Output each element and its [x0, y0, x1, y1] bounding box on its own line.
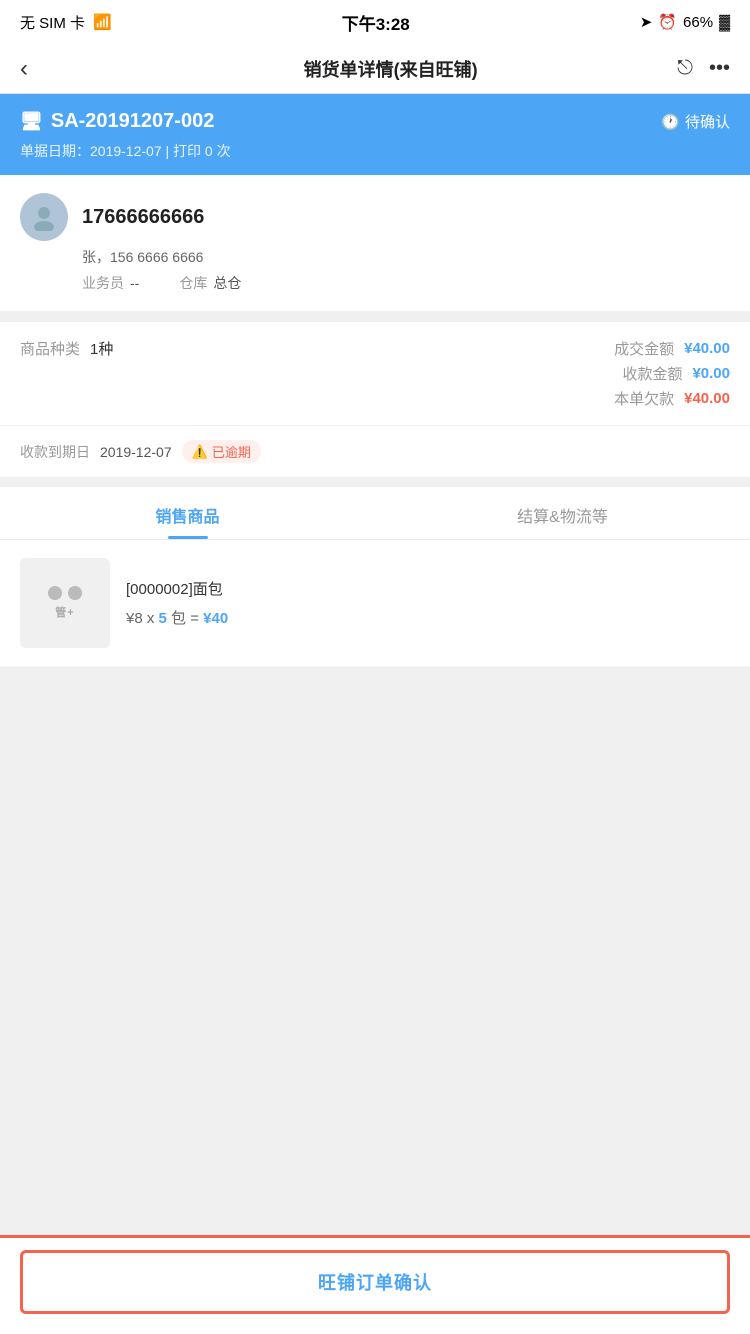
- transaction-amount-value: ¥40.00: [684, 340, 730, 357]
- nav-bar: ‹ 销货单详情(来自旺铺) ⎋ •••: [0, 44, 750, 94]
- overdue-icon: ⚠️: [192, 444, 208, 460]
- warehouse-field: 仓库 总仓: [179, 273, 241, 293]
- product-type-label: 商品种类: [20, 338, 80, 359]
- tab-products[interactable]: 销售商品: [0, 487, 375, 539]
- status-bar-right: ➤ ⏰ 66% ▓: [640, 13, 730, 31]
- due-date-row: 收款到期日 2019-12-07 ⚠️ 已逾期: [0, 426, 750, 487]
- product-info: [0000002]面包 ¥8 x 5 包 = ¥40: [126, 578, 730, 628]
- back-button[interactable]: ‹: [20, 55, 28, 83]
- order-id: 🖥 SA-20191207-002: [20, 110, 214, 133]
- alarm-icon: ⏰: [658, 13, 677, 31]
- customer-top: 17666666666: [20, 193, 730, 241]
- share-icon[interactable]: ⎋: [677, 57, 693, 80]
- tabs-bar: 销售商品 结算&物流等: [0, 487, 750, 540]
- product-price-row: ¥8 x 5 包 = ¥40: [126, 607, 730, 628]
- product-thumbnail: 管+: [20, 558, 110, 648]
- warehouse-label: 仓库: [179, 273, 207, 293]
- product-multiply: x: [147, 610, 159, 627]
- product-list: 管+ [0000002]面包 ¥8 x 5 包 = ¥40: [0, 540, 750, 667]
- brand-text: 管+: [55, 604, 74, 620]
- order-date: 单据日期：2019-12-07 | 打印 0 次: [20, 141, 730, 161]
- customer-card: 17666666666 张，156 6666 6666 业务员 -- 仓库 总仓: [0, 175, 750, 312]
- divider-1: [0, 312, 750, 322]
- customer-meta: 业务员 -- 仓库 总仓: [20, 273, 730, 293]
- owl-eye-right: [68, 586, 82, 600]
- customer-name: 张，156 6666 6666: [20, 247, 730, 267]
- bottom-bar: 旺铺订单确认: [0, 1235, 750, 1334]
- received-amount-label: 收款金额: [622, 363, 682, 384]
- status-bar: 无 SIM 卡 📶 下午3:28 ➤ ⏰ 66% ▓: [0, 0, 750, 44]
- received-amount-row: 收款金额 ¥0.00: [622, 363, 730, 384]
- confirm-order-button[interactable]: 旺铺订单确认: [20, 1250, 730, 1314]
- nav-actions: ⎋ •••: [677, 57, 730, 80]
- status-bar-left: 无 SIM 卡 📶: [20, 12, 112, 33]
- transaction-amount-row: 成交金额 ¥40.00: [614, 338, 730, 359]
- salesperson-value: --: [130, 275, 139, 291]
- amounts-section: 成交金额 ¥40.00 收款金额 ¥0.00 本单欠款 ¥40.00: [614, 338, 730, 409]
- no-sim-text: 无 SIM 卡: [20, 12, 85, 33]
- product-unit: 包: [171, 610, 186, 627]
- product-type-value: 1种: [90, 338, 113, 359]
- empty-area: [0, 667, 750, 967]
- clock-icon: 🕐: [661, 113, 680, 131]
- avatar: [20, 193, 68, 241]
- transaction-amount-label: 成交金额: [614, 338, 674, 359]
- owed-amount-row: 本单欠款 ¥40.00: [614, 388, 730, 409]
- product-total: ¥40: [203, 610, 228, 627]
- header-card-top: 🖥 SA-20191207-002 🕐 待确认: [20, 110, 730, 133]
- customer-phone: 17666666666: [82, 206, 204, 229]
- order-id-text: SA-20191207-002: [51, 110, 214, 133]
- order-icon: 🖥: [20, 111, 43, 132]
- overdue-badge: ⚠️ 已逾期: [182, 440, 261, 463]
- battery-level: 66%: [683, 14, 713, 31]
- salesperson-field: 业务员 --: [82, 273, 139, 293]
- owl-eye-left: [48, 586, 62, 600]
- product-quantity: 5: [159, 610, 167, 627]
- wifi-icon: 📶: [93, 13, 112, 31]
- equals-sign: =: [190, 610, 203, 627]
- order-header-card: 🖥 SA-20191207-002 🕐 待确认 单据日期：2019-12-07 …: [0, 94, 750, 175]
- page-title: 销货单详情(来自旺铺): [44, 56, 737, 82]
- status-bar-time: 下午3:28: [342, 10, 410, 35]
- received-amount-value: ¥0.00: [692, 365, 730, 382]
- salesperson-label: 业务员: [82, 273, 124, 293]
- location-icon: ➤: [640, 13, 653, 31]
- warehouse-value: 总仓: [213, 273, 241, 293]
- due-date-value: 2019-12-07: [100, 444, 172, 460]
- product-price: ¥8: [126, 610, 143, 627]
- battery-icon: ▓: [719, 14, 730, 31]
- more-icon[interactable]: •••: [709, 57, 730, 80]
- summary-card: 商品种类 1种 成交金额 ¥40.00 收款金额 ¥0.00 本单欠款 ¥40.…: [0, 322, 750, 426]
- owed-amount-value: ¥40.00: [684, 390, 730, 407]
- product-type-field: 商品种类 1种: [20, 338, 113, 359]
- due-date-label: 收款到期日: [20, 442, 90, 462]
- tab-settlement[interactable]: 结算&物流等: [375, 487, 750, 539]
- owed-amount-label: 本单欠款: [614, 388, 674, 409]
- product-item: 管+ [0000002]面包 ¥8 x 5 包 = ¥40: [0, 540, 750, 667]
- order-status-text: 待确认: [685, 111, 730, 132]
- order-status: 🕐 待确认: [661, 111, 730, 132]
- product-name: [0000002]面包: [126, 578, 730, 599]
- overdue-text: 已逾期: [212, 442, 251, 461]
